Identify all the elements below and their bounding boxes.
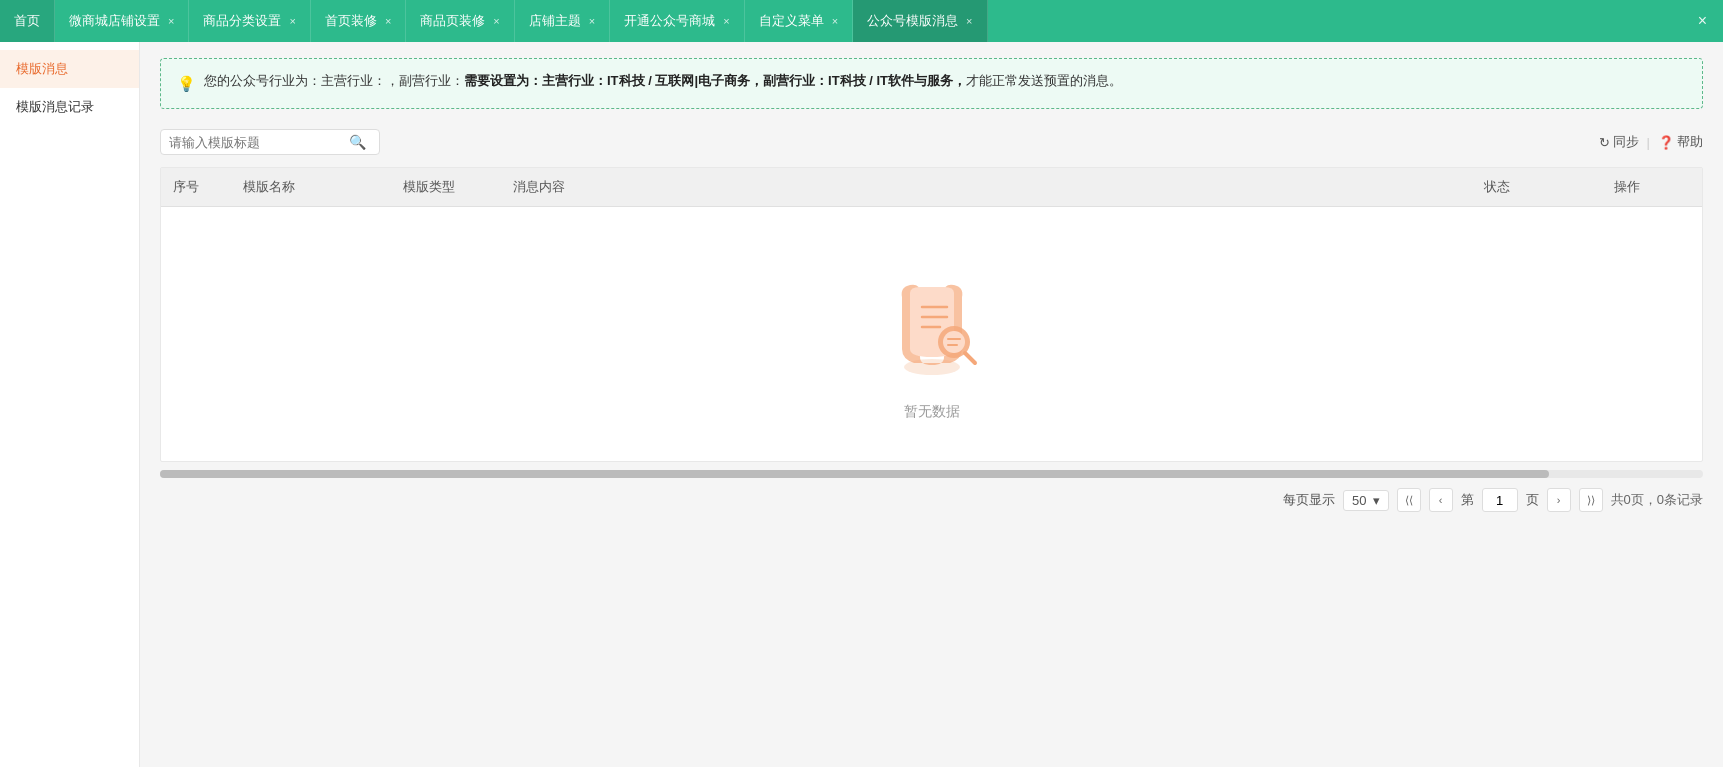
nav-tab-template-msg[interactable]: 公众号模版消息 × [853,0,987,42]
svg-line-6 [965,353,975,363]
nav-tab-shop-theme[interactable]: 店铺主题 × [515,0,610,42]
per-page-label: 每页显示 [1283,491,1335,509]
total-info: 共0页，0条记录 [1611,491,1703,509]
help-button[interactable]: ❓ 帮助 [1658,133,1703,151]
table-header: 序号 模版名称 模版类型 消息内容 状态 操作 [161,168,1702,207]
empty-illustration [872,267,992,387]
nav-tab-shop-theme-label: 店铺主题 [529,12,581,30]
nav-tab-home-decor[interactable]: 首页装修 × [311,0,406,42]
nav-tab-home[interactable]: 首页 [0,0,55,42]
close-shop-theme-icon[interactable]: × [589,15,595,27]
page-label-pre: 第 [1461,491,1474,509]
nav-tab-shop-settings[interactable]: 微商城店铺设置 × [55,0,189,42]
th-name: 模版名称 [231,168,391,206]
table-wrap: 序号 模版名称 模版类型 消息内容 状态 操作 [160,167,1703,462]
notice-prefix: 您的公众号行业为：主营行业：，副营行业： [204,73,464,88]
sidebar-item-template-record-label: 模版消息记录 [16,99,94,114]
nav-tab-product-decor[interactable]: 商品页装修 × [406,0,514,42]
sidebar-item-template-msg-label: 模版消息 [16,61,68,76]
scroll-track[interactable] [160,470,1703,478]
notice-bulb-icon: 💡 [177,72,196,96]
scroll-thumb[interactable] [160,470,1549,478]
next-page-button[interactable]: › [1547,488,1571,512]
close-open-mall-icon[interactable]: × [723,15,729,27]
search-icon[interactable]: 🔍 [349,134,366,150]
sidebar-item-template-msg[interactable]: 模版消息 [0,50,139,88]
sync-label: 同步 [1613,133,1639,151]
nav-tab-template-msg-label: 公众号模版消息 [867,12,958,30]
empty-text: 暂无数据 [904,403,960,421]
page-number-input[interactable] [1482,488,1518,512]
close-all-tabs-button[interactable]: × [1682,12,1723,30]
nav-tab-category-settings[interactable]: 商品分类设置 × [189,0,310,42]
search-bar: 🔍 ↻ 同步 | ❓ 帮助 [160,129,1703,155]
empty-state: 暂无数据 [161,207,1702,461]
th-status: 状态 [1472,168,1602,206]
prev-page-button[interactable]: ‹ [1429,488,1453,512]
first-page-button[interactable]: ⟨⟨ [1397,488,1421,512]
th-type: 模版类型 [391,168,501,206]
divider: | [1647,135,1650,150]
page-size-value: 50 [1352,493,1366,508]
search-input[interactable] [169,135,349,150]
nav-tab-home-decor-label: 首页装修 [325,12,377,30]
close-category-icon[interactable]: × [289,15,295,27]
nav-tab-category-label: 商品分类设置 [203,12,281,30]
close-custom-menu-icon[interactable]: × [832,15,838,27]
sidebar: 模版消息 模版消息记录 [0,42,140,767]
close-shop-settings-icon[interactable]: × [168,15,174,27]
top-nav: 首页 微商城店铺设置 × 商品分类设置 × 首页装修 × 商品页装修 × 店铺主… [0,0,1723,42]
nav-tab-product-decor-label: 商品页装修 [420,12,485,30]
sidebar-item-template-record[interactable]: 模版消息记录 [0,88,139,126]
th-actions: 操作 [1602,168,1702,206]
pagination: 每页显示 50 ▾ ⟨⟨ ‹ 第 页 › ⟩⟩ 共0页，0条记录 [160,488,1703,512]
notice-text: 您的公众号行业为：主营行业：，副营行业：需要设置为：主营行业：IT科技 / 互联… [204,71,1122,92]
notice-box: 💡 您的公众号行业为：主营行业：，副营行业：需要设置为：主营行业：IT科技 / … [160,58,1703,109]
th-index: 序号 [161,168,231,206]
help-icon: ❓ [1658,135,1674,150]
last-page-button[interactable]: ⟩⟩ [1579,488,1603,512]
nav-tab-custom-menu[interactable]: 自定义菜单 × [745,0,853,42]
close-home-decor-icon[interactable]: × [385,15,391,27]
notice-highlight: 需要设置为：主营行业：IT科技 / 互联网|电子商务，副营行业：IT科技 / I… [464,73,966,88]
layout: 模版消息 模版消息记录 💡 您的公众号行业为：主营行业：，副营行业：需要设置为：… [0,42,1723,767]
search-input-wrap[interactable]: 🔍 [160,129,380,155]
sync-icon: ↻ [1599,135,1610,150]
sync-button[interactable]: ↻ 同步 [1599,133,1639,151]
page-label-post: 页 [1526,491,1539,509]
close-product-decor-icon[interactable]: × [493,15,499,27]
page-size-select[interactable]: 50 ▾ [1343,490,1388,511]
chevron-down-icon: ▾ [1373,493,1380,508]
search-actions: ↻ 同步 | ❓ 帮助 [1599,133,1703,151]
close-template-msg-icon[interactable]: × [966,15,972,27]
nav-tab-open-mall-label: 开通公众号商城 [624,12,715,30]
nav-tab-home-label: 首页 [14,12,40,30]
help-label: 帮助 [1677,133,1703,151]
nav-tab-custom-menu-label: 自定义菜单 [759,12,824,30]
nav-tab-open-mall[interactable]: 开通公众号商城 × [610,0,744,42]
svg-point-5 [943,331,965,353]
main-content: 💡 您的公众号行业为：主营行业：，副营行业：需要设置为：主营行业：IT科技 / … [140,42,1723,767]
th-content: 消息内容 [501,168,1472,206]
notice-suffix: 才能正常发送预置的消息。 [966,73,1122,88]
nav-tab-shop-settings-label: 微商城店铺设置 [69,12,160,30]
